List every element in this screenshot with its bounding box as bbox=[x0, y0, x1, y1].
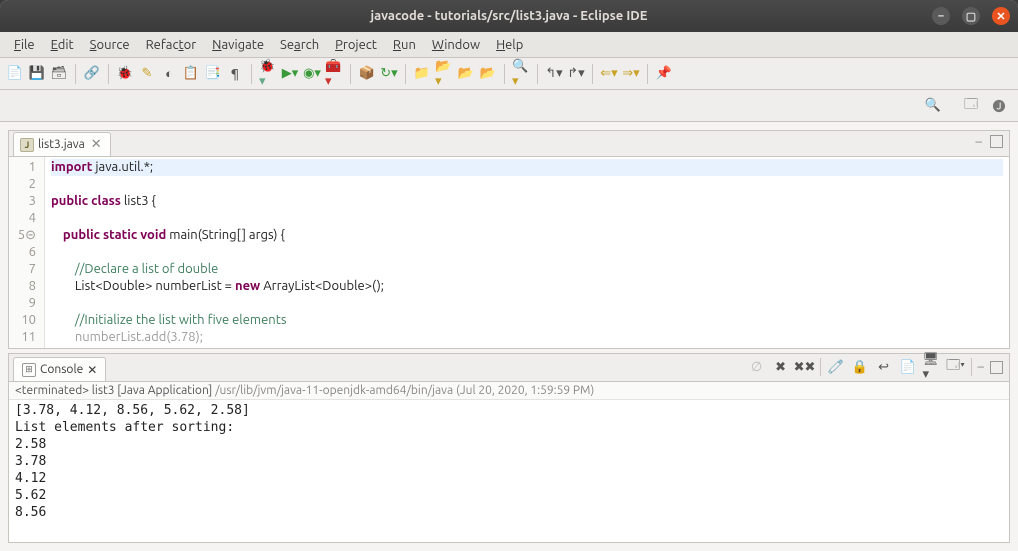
new-icon[interactable]: 📄 bbox=[6, 65, 24, 83]
console-icon: ⊞ bbox=[22, 363, 36, 377]
console-wordwrap-icon[interactable]: ↩ bbox=[875, 358, 893, 376]
paragraph-icon[interactable]: ¶ bbox=[226, 65, 244, 83]
editor-tab-label: list3.java bbox=[38, 138, 85, 151]
code-editor[interactable]: 12345⊝67891011 import java.util.*; publi… bbox=[9, 157, 1009, 348]
forward-icon[interactable]: ⇒▾ bbox=[622, 65, 640, 83]
coverage-icon[interactable]: ◉▾ bbox=[303, 65, 321, 83]
debug-launch-icon[interactable]: 🐞▾ bbox=[259, 65, 277, 83]
open-resource-icon[interactable]: 📂 bbox=[479, 65, 497, 83]
prev-annotation-icon[interactable]: ↰▾ bbox=[545, 65, 563, 83]
console-display-icon[interactable]: 🖥▾ bbox=[923, 358, 941, 376]
console-region: ⊞ Console ✕ ∅ ✖ ✖✖ 🧷 🔒 ↩ 📄 🖥▾ 🗔▾ – bbox=[8, 353, 1010, 543]
menu-run[interactable]: Run bbox=[385, 38, 424, 52]
ext-tools-icon[interactable]: 🧰▾ bbox=[325, 65, 343, 83]
console-terminate-icon[interactable]: ∅ bbox=[748, 358, 766, 376]
open-type-icon[interactable]: 📂▾ bbox=[435, 65, 453, 83]
menu-help[interactable]: Help bbox=[488, 38, 531, 52]
console-tab[interactable]: ⊞ Console ✕ bbox=[13, 357, 106, 381]
package-icon[interactable]: 📦 bbox=[358, 65, 376, 83]
maximize-view-icon[interactable] bbox=[990, 135, 1003, 148]
menu-project[interactable]: Project bbox=[327, 38, 385, 52]
menu-search[interactable]: Search bbox=[272, 38, 327, 52]
console-open-icon[interactable]: 🗔▾ bbox=[947, 358, 965, 376]
editor-tab-active[interactable]: J list3.java ✕ bbox=[13, 132, 111, 156]
console-pin-icon[interactable]: 🧷 bbox=[827, 358, 845, 376]
console-tab-close-icon[interactable]: ✕ bbox=[87, 363, 97, 377]
next-annotation-icon[interactable]: ↱▾ bbox=[567, 65, 585, 83]
console-tab-row: ⊞ Console ✕ ∅ ✖ ✖✖ 🧷 🔒 ↩ 📄 🖥▾ 🗔▾ – bbox=[9, 354, 1009, 382]
console-removeall-icon[interactable]: ✖✖ bbox=[796, 358, 814, 376]
save-icon[interactable]: 💾 bbox=[28, 65, 46, 83]
pin-icon[interactable]: 📌 bbox=[655, 65, 673, 83]
code-lines[interactable]: import java.util.*; public class list3 {… bbox=[45, 157, 1009, 348]
search-toolbar-icon[interactable]: 🔍▾ bbox=[512, 65, 530, 83]
editor-region: J list3.java ✕ – 12345⊝67891011 import j… bbox=[8, 130, 1010, 349]
menu-refactor[interactable]: Refactor bbox=[138, 38, 205, 52]
minimize-button[interactable]: – bbox=[932, 7, 950, 25]
menu-bar: File Edit Source Refactor Navigate Searc… bbox=[0, 32, 1018, 58]
line-number-gutter: 12345⊝67891011 bbox=[9, 157, 45, 348]
console-output[interactable]: [3.78, 4.12, 8.56, 5.62, 2.58] List elem… bbox=[9, 400, 1009, 542]
open-perspective-icon[interactable]: 🗔 bbox=[962, 97, 980, 115]
highlight-icon[interactable]: ✎ bbox=[138, 65, 156, 83]
saveall-icon[interactable]: 🗃 bbox=[50, 65, 68, 83]
java-perspective-icon[interactable]: 🅙 bbox=[990, 97, 1008, 115]
window-titlebar: javacode - tutorials/src/list3.java - Ec… bbox=[0, 0, 1018, 32]
breakpoint-icon[interactable]: ◐ bbox=[160, 65, 178, 83]
java-file-icon: J bbox=[20, 138, 34, 152]
refresh-icon[interactable]: ↻▾ bbox=[380, 65, 398, 83]
perspective-bar: 🔍 🗔 🅙 bbox=[0, 90, 1018, 122]
console-minimize-icon[interactable]: – bbox=[978, 360, 984, 374]
type-icon[interactable]: 📁 bbox=[413, 65, 431, 83]
back-icon[interactable]: ⇐▾ bbox=[600, 65, 618, 83]
menu-source[interactable]: Source bbox=[82, 38, 138, 52]
menu-file[interactable]: File bbox=[6, 38, 43, 52]
window-title: javacode - tutorials/src/list3.java - Ec… bbox=[371, 9, 648, 23]
console-status: <terminated> list3 [Java Application] /u… bbox=[9, 382, 1009, 400]
open-task-icon[interactable]: 📂 bbox=[457, 65, 475, 83]
run-launch-icon[interactable]: ▶▾ bbox=[281, 65, 299, 83]
editor-tab-row: J list3.java ✕ – bbox=[9, 131, 1009, 157]
quick-access-icon[interactable]: 🔍 bbox=[924, 97, 942, 115]
menu-navigate[interactable]: Navigate bbox=[204, 38, 272, 52]
menu-edit[interactable]: Edit bbox=[43, 38, 82, 52]
maximize-button[interactable]: ▢ bbox=[962, 7, 980, 25]
debug-toolbar-icon[interactable]: 🐞 bbox=[116, 65, 134, 83]
link-icon[interactable]: 🔗 bbox=[83, 65, 101, 83]
close-button[interactable]: ✕ bbox=[992, 7, 1010, 25]
menu-window[interactable]: Window bbox=[424, 38, 488, 52]
console-scroll-lock-icon[interactable]: 🔒 bbox=[851, 358, 869, 376]
console-clear-icon[interactable]: 📄 bbox=[899, 358, 917, 376]
doc-icon[interactable]: 📋 bbox=[182, 65, 200, 83]
console-maximize-icon[interactable] bbox=[990, 361, 1003, 374]
main-toolbar: 📄 💾 🗃 🔗 🐞 ✎ ◐ 📋 📑 ¶ 🐞▾ ▶▾ ◉▾ 🧰▾ 📦 ↻▾ 📁 📂… bbox=[0, 58, 1018, 90]
doc2-icon[interactable]: 📑 bbox=[204, 65, 222, 83]
tab-close-icon[interactable]: ✕ bbox=[91, 137, 102, 152]
minimize-view-icon[interactable]: – bbox=[976, 135, 982, 149]
console-tab-label: Console bbox=[40, 363, 83, 376]
console-remove-icon[interactable]: ✖ bbox=[772, 358, 790, 376]
